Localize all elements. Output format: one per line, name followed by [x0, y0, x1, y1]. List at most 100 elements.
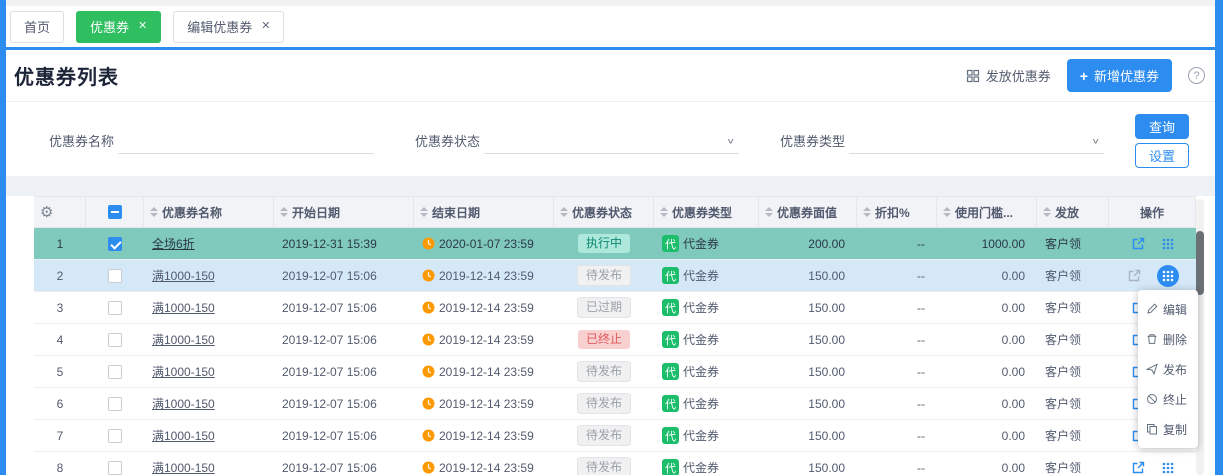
query-button[interactable]: 查询: [1135, 114, 1189, 139]
tab-close-icon[interactable]: ✕: [138, 21, 147, 32]
start-date: 2019-12-07 15:06: [282, 332, 377, 347]
sort-icon[interactable]: [150, 207, 158, 217]
context-menu-item-edit[interactable]: 编辑: [1138, 294, 1198, 324]
column-header-discount[interactable]: 折扣%: [857, 197, 937, 227]
start-date: 2019-12-07 15:06: [282, 300, 377, 315]
coupon-name-link[interactable]: 满1000-150: [152, 299, 215, 316]
usage-threshold: 0.00: [1001, 332, 1025, 347]
column-header-end[interactable]: 结束日期: [414, 197, 554, 227]
usage-threshold: 1000.00: [981, 236, 1025, 251]
face-value: 200.00: [808, 236, 845, 251]
section-divider: [6, 176, 1215, 196]
coupon-type-label: 代金券: [683, 333, 720, 347]
gear-icon[interactable]: ⚙: [40, 203, 53, 221]
coupon-name-input[interactable]: [118, 128, 375, 153]
coupon-name-link[interactable]: 满1000-150: [152, 395, 215, 412]
row-checkbox[interactable]: [108, 332, 122, 347]
row-menu-button[interactable]: [1161, 461, 1175, 475]
clock-icon: [422, 333, 435, 346]
share-button[interactable]: [1131, 461, 1145, 475]
context-menu-item-publish[interactable]: 发布: [1138, 354, 1198, 384]
row-checkbox[interactable]: [108, 300, 122, 315]
context-menu-item-copy[interactable]: 复制: [1138, 414, 1198, 444]
coupon-name-link[interactable]: 满1000-150: [152, 331, 215, 348]
context-menu-item-delete[interactable]: 删除: [1138, 324, 1198, 354]
row-number: 7: [56, 428, 64, 443]
help-icon[interactable]: ?: [1188, 67, 1205, 84]
row-checkbox[interactable]: [108, 396, 122, 411]
issue-channel: 客户领: [1045, 365, 1082, 379]
column-header-label: 优惠券面值: [777, 205, 838, 220]
usage-threshold: 0.00: [1001, 268, 1025, 283]
header-actions: 发放优惠券 + 新增优惠券 ?: [966, 59, 1207, 92]
row-checkbox[interactable]: [108, 460, 122, 475]
status-badge: 已过期: [576, 297, 631, 318]
coupon-name-link[interactable]: 全场6折: [152, 235, 195, 252]
sort-icon[interactable]: [660, 207, 668, 217]
column-header-start[interactable]: 开始日期: [274, 197, 414, 227]
coupon-name-link[interactable]: 满1000-150: [152, 267, 215, 284]
sort-icon[interactable]: [863, 207, 871, 217]
coupon-name-link[interactable]: 满1000-150: [152, 459, 215, 475]
column-header-threshold[interactable]: 使用门槛...: [937, 197, 1037, 227]
tab-close-icon[interactable]: ✕: [261, 21, 270, 32]
column-header-issue[interactable]: 发放: [1037, 197, 1109, 227]
issue-channel: 客户领: [1045, 237, 1082, 251]
sort-icon[interactable]: [560, 207, 568, 217]
clock-icon: [422, 365, 435, 378]
sort-icon[interactable]: [280, 207, 288, 217]
edit-icon: [1147, 303, 1158, 314]
column-header-label: 优惠券类型: [672, 205, 733, 220]
sort-icon[interactable]: [420, 207, 428, 217]
tab-优惠券[interactable]: 优惠券 ✕: [76, 10, 162, 43]
coupon-type-select[interactable]: ∨: [849, 128, 1105, 154]
tab-编辑优惠券[interactable]: 编辑优惠券 ✕: [173, 10, 285, 43]
sort-icon[interactable]: [765, 207, 773, 217]
clock-icon: [422, 397, 435, 410]
row-checkbox[interactable]: [108, 364, 122, 379]
scrollbar-thumb[interactable]: [1196, 231, 1204, 295]
coupon-name-link[interactable]: 满1000-150: [152, 363, 215, 380]
table-row: 2 满1000-150 2019-12-07 15:06 2019-12-14 23:…: [34, 260, 1196, 292]
sort-icon[interactable]: [1043, 207, 1051, 217]
coupon-type-label: 代金券: [683, 237, 720, 251]
coupon-type-label: 代金券: [683, 301, 720, 315]
end-date: 2019-12-14 23:59: [414, 260, 554, 291]
row-checkbox[interactable]: [108, 428, 122, 443]
start-date: 2019-12-07 15:06: [282, 364, 377, 379]
share-button[interactable]: [1127, 269, 1141, 283]
settings-button[interactable]: 设置: [1135, 143, 1189, 168]
column-header-name[interactable]: 优惠券名称: [144, 197, 274, 227]
context-menu-item-terminate[interactable]: 终止: [1138, 384, 1198, 414]
add-coupon-button[interactable]: + 新增优惠券: [1066, 59, 1172, 92]
start-date: 2019-12-07 15:06: [282, 268, 377, 283]
context-menu-item-label: 编辑: [1163, 302, 1188, 317]
sort-icon[interactable]: [943, 207, 951, 217]
row-menu-button[interactable]: [1156, 264, 1179, 287]
context-menu-item-label: 删除: [1163, 332, 1188, 347]
tab-首页[interactable]: 首页: [10, 10, 65, 43]
issue-channel: 客户领: [1045, 429, 1082, 443]
select-all-checkbox[interactable]: [107, 205, 122, 219]
tab-bar: 首页 优惠券 ✕ 编辑优惠券 ✕: [6, 6, 1215, 50]
share-button[interactable]: [1131, 237, 1145, 251]
coupon-name-filter-label: 优惠券名称: [49, 134, 115, 149]
row-menu-button[interactable]: [1161, 237, 1175, 251]
row-number: 5: [56, 364, 64, 379]
coupon-name-link[interactable]: 满1000-150: [152, 427, 215, 444]
face-value: 150.00: [808, 364, 845, 379]
column-header-value[interactable]: 优惠券面值: [759, 197, 857, 227]
discount-percent: --: [917, 300, 925, 315]
row-checkbox[interactable]: [108, 268, 122, 283]
clock-icon: [422, 237, 435, 250]
start-date: 2019-12-07 15:06: [282, 396, 377, 411]
row-checkbox[interactable]: [108, 236, 122, 251]
issue-coupon-button[interactable]: 发放优惠券: [966, 66, 1051, 85]
end-date: 2020-01-07 23:59: [414, 228, 554, 259]
grid-menu-icon: [1162, 238, 1173, 249]
coupon-status-select[interactable]: ∨: [484, 128, 740, 154]
column-header-type[interactable]: 优惠券类型: [654, 197, 759, 227]
coupon-type-label: 代金券: [683, 365, 720, 379]
column-header-status[interactable]: 优惠券状态: [554, 197, 654, 227]
table-row: 4 满1000-150 2019-12-07 15:06 2019-12-14 23:…: [34, 324, 1196, 356]
